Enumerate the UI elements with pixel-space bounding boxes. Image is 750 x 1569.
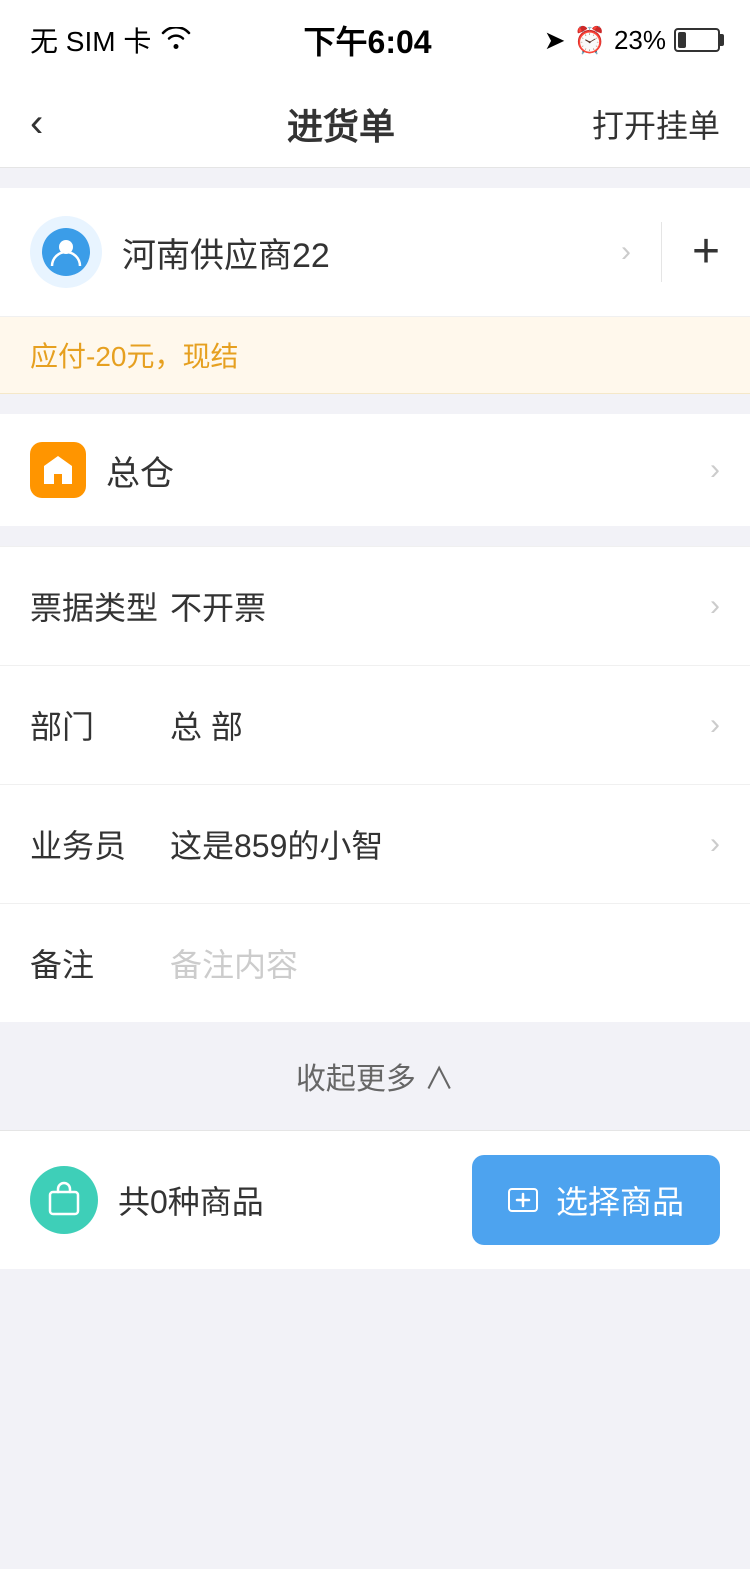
product-icon <box>30 1166 98 1234</box>
collapse-label: 收起更多 ∧ <box>296 1054 454 1098</box>
warehouse-card[interactable]: 总仓 › <box>0 414 750 526</box>
salesperson-label: 业务员 <box>30 821 170 867</box>
back-button[interactable]: ‹ <box>30 101 90 146</box>
invoice-value: 不开票 <box>170 583 710 629</box>
department-chevron-icon: › <box>710 708 720 742</box>
supplier-card: 河南供应商22 › + 应付-20元，现结 <box>0 188 750 394</box>
warehouse-name: 总仓 <box>106 446 710 495</box>
add-supplier-button[interactable]: + <box>692 228 720 276</box>
form-card: 票据类型 不开票 › 部门 总 部 › 业务员 这是859的小智 › 备注 备注… <box>0 546 750 1022</box>
status-time: 下午6:04 <box>304 17 432 63</box>
notice-bar: 应付-20元，现结 <box>0 317 750 394</box>
status-bar: 无 SIM 卡 下午6:04 ➤ ⏰ 23% <box>0 0 750 80</box>
warehouse-icon <box>30 442 86 498</box>
supplier-name: 河南供应商22 <box>122 228 621 277</box>
avatar <box>30 216 102 288</box>
product-count: 共0种商品 <box>118 1177 452 1223</box>
invoice-label: 票据类型 <box>30 583 170 629</box>
supplier-actions: › + <box>621 222 720 282</box>
notice-text: 应付-20元，现结 <box>30 341 238 372</box>
salesperson-chevron-icon: › <box>710 827 720 861</box>
page-title: 进货单 <box>287 98 395 150</box>
warehouse-row[interactable]: 总仓 › <box>0 414 750 526</box>
section-gap-2 <box>0 526 750 546</box>
alarm-icon: ⏰ <box>574 25 606 56</box>
nav-bar: ‹ 进货单 打开挂单 <box>0 80 750 168</box>
battery-percent: 23% <box>614 25 666 56</box>
salesperson-row[interactable]: 业务员 这是859的小智 › <box>0 784 750 903</box>
select-product-label: 选择商品 <box>556 1177 684 1223</box>
salesperson-value: 这是859的小智 <box>170 821 710 867</box>
department-label: 部门 <box>30 702 170 748</box>
gray-fill-area <box>0 1269 750 1569</box>
warehouse-chevron-icon: › <box>710 453 720 487</box>
department-value: 总 部 <box>170 702 710 748</box>
avatar-icon <box>42 228 90 276</box>
invoice-row[interactable]: 票据类型 不开票 › <box>0 546 750 665</box>
carrier-text: 无 SIM 卡 <box>30 20 151 60</box>
collapse-button[interactable]: 收起更多 ∧ <box>0 1022 750 1130</box>
invoice-chevron-icon: › <box>710 589 720 623</box>
remark-row[interactable]: 备注 备注内容 <box>0 903 750 1022</box>
supplier-divider <box>661 222 662 282</box>
open-pending-button[interactable]: 打开挂单 <box>592 101 720 147</box>
remark-label: 备注 <box>30 940 170 986</box>
status-left: 无 SIM 卡 <box>30 20 191 60</box>
wifi-icon <box>161 24 191 56</box>
location-icon: ➤ <box>544 25 566 56</box>
bottom-bar: 共0种商品 选择商品 <box>0 1130 750 1269</box>
department-row[interactable]: 部门 总 部 › <box>0 665 750 784</box>
remark-input[interactable]: 备注内容 <box>170 940 720 986</box>
top-spacer <box>0 168 750 188</box>
supplier-row[interactable]: 河南供应商22 › + <box>0 188 750 317</box>
supplier-chevron-icon: › <box>621 235 631 269</box>
section-gap-1 <box>0 394 750 414</box>
status-right: ➤ ⏰ 23% <box>544 25 720 56</box>
battery-icon <box>674 28 720 52</box>
select-product-button[interactable]: 选择商品 <box>472 1155 720 1245</box>
